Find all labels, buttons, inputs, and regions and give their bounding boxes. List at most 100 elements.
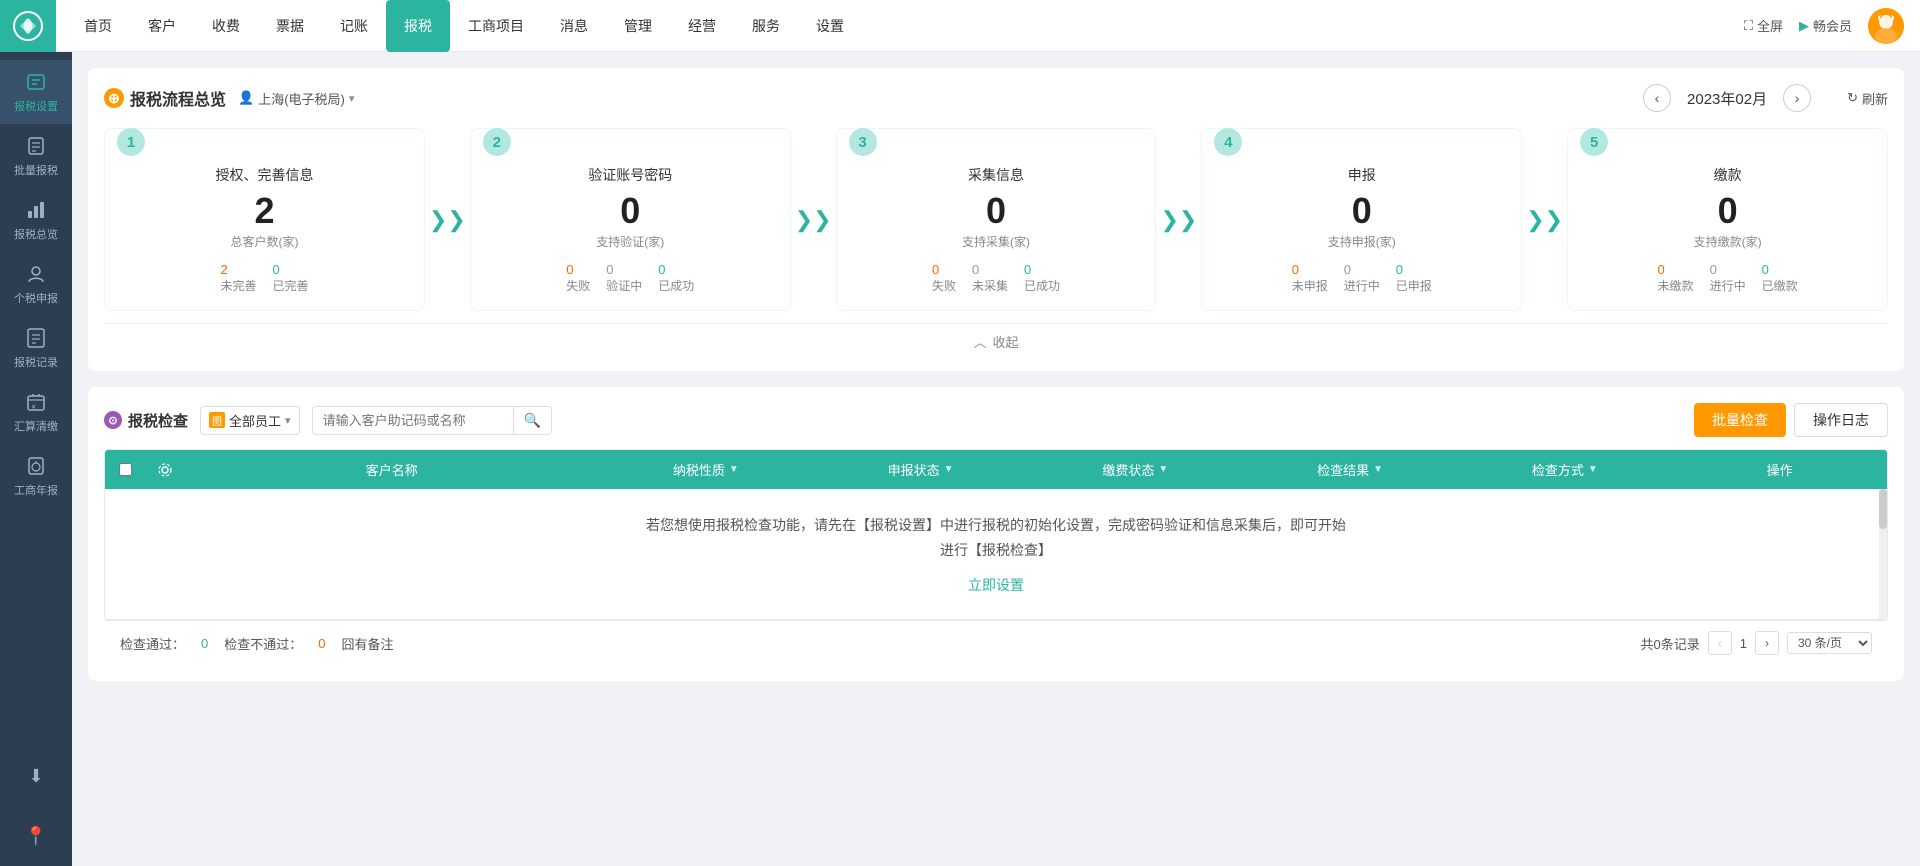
sidebar-item-tax-record[interactable]: 报税记录	[0, 316, 72, 380]
step-sub-3: 支持采集(家)	[962, 233, 1030, 250]
nav-item-tax[interactable]: 报税	[386, 0, 450, 52]
next-month-btn[interactable]: ›	[1783, 84, 1811, 112]
th-declare[interactable]: 申报状态 ▼	[813, 450, 1028, 489]
per-page-select[interactable]: 30 条/页 50 条/页 100 条/页	[1787, 632, 1872, 654]
prev-month-btn[interactable]: ‹	[1643, 84, 1671, 112]
nav-item-settings[interactable]: 设置	[798, 0, 862, 52]
prev-page-btn[interactable]: ‹	[1708, 631, 1732, 655]
th-setting[interactable]	[145, 450, 185, 489]
nav-item-bookkeeping[interactable]: 记账	[322, 0, 386, 52]
step-count-3: 0	[986, 193, 1006, 229]
sidebar-item-annual-settle[interactable]: ¥ 汇算清缴	[0, 380, 72, 444]
step3-stat-success[interactable]: 0 已成功	[1024, 262, 1060, 294]
step4-pending-label: 进行中	[1344, 277, 1380, 294]
section-title: ⊙ 报税检查	[104, 410, 188, 431]
step5-stat-success[interactable]: 0 已缴款	[1762, 262, 1798, 294]
nav-item-message[interactable]: 消息	[542, 0, 606, 52]
th-pay[interactable]: 缴费状态 ▼	[1028, 450, 1243, 489]
step2-stat-pending[interactable]: 0 验证中	[606, 262, 642, 294]
nav-item-client[interactable]: 客户	[130, 0, 194, 52]
step5-stat-fail[interactable]: 0 未缴款	[1658, 262, 1694, 294]
sidebar-item-annual-report[interactable]: 工商年报	[0, 444, 72, 508]
filter-label: 全部员工	[229, 411, 281, 430]
step-stats-1: 2 未完善 0 已完善	[220, 262, 308, 294]
step2-fail-label: 失败	[566, 277, 590, 294]
setup-link[interactable]: 立即设置	[968, 575, 1024, 595]
step5-pending-label: 进行中	[1710, 277, 1746, 294]
step2-pending-label: 验证中	[606, 277, 642, 294]
step5-success-label: 已缴款	[1762, 277, 1798, 294]
step4-stat-success[interactable]: 0 已申报	[1396, 262, 1432, 294]
step3-success-value: 0	[1024, 262, 1060, 277]
step2-stat-fail[interactable]: 0 失败	[566, 262, 590, 294]
step4-stat-pending[interactable]: 0 进行中	[1344, 262, 1380, 294]
result-filter-icon: ▼	[1373, 464, 1383, 475]
fullscreen-btn[interactable]: ⛶ 全屏	[1744, 16, 1783, 35]
collapse-bar[interactable]: ︿ 收起	[104, 323, 1888, 355]
step5-fail-label: 未缴款	[1658, 277, 1694, 294]
sidebar-bottom: ⬇ 📍	[0, 746, 72, 866]
nav-item-home[interactable]: 首页	[66, 0, 130, 52]
declare-filter-icon: ▼	[944, 464, 954, 475]
step5-success-value: 0	[1762, 262, 1798, 277]
sidebar-label-batch-tax: 批量报税	[14, 162, 58, 178]
filter-select[interactable]: 图 全部员工 ▾	[200, 406, 300, 435]
tax-check-header: ⊙ 报税检查 图 全部员工 ▾ 🔍 批量检查 操作日志	[104, 403, 1888, 437]
nav-item-fee[interactable]: 收费	[194, 0, 258, 52]
step4-stat-fail[interactable]: 0 未申报	[1292, 262, 1328, 294]
logo[interactable]	[0, 0, 56, 52]
next-page-btn[interactable]: ›	[1755, 631, 1779, 655]
th-tax[interactable]: 纳税性质 ▼	[599, 450, 814, 489]
th-method[interactable]: 检查方式 ▼	[1458, 450, 1673, 489]
tax-check-card: ⊙ 报税检查 图 全部员工 ▾ 🔍 批量检查 操作日志	[88, 387, 1904, 681]
flow-overview-card: ⊕ 报税流程总览 👤 上海(电子税局) ▾ ‹ 2023年02月 › ↻ 刷新	[88, 68, 1904, 371]
step2-stat-success[interactable]: 0 已成功	[658, 262, 694, 294]
sidebar-item-download[interactable]: ⬇	[0, 746, 72, 806]
remark-label: 囧有备注	[342, 634, 394, 653]
sidebar: 报税设置 批量报税 报税总览	[0, 52, 72, 866]
sidebar-item-tax-overview[interactable]: 报税总览	[0, 188, 72, 252]
nav-item-service[interactable]: 服务	[734, 0, 798, 52]
nav-item-business[interactable]: 工商项目	[450, 0, 542, 52]
nav-item-manage[interactable]: 管理	[606, 0, 670, 52]
search-input[interactable]	[313, 408, 513, 433]
step3-stat-fail[interactable]: 0 失败	[932, 262, 956, 294]
sidebar-item-tax-settings[interactable]: 报税设置	[0, 60, 72, 124]
nav-item-operation[interactable]: 经营	[670, 0, 734, 52]
batch-tax-icon	[24, 134, 48, 158]
step2-success-label: 已成功	[658, 277, 694, 294]
th-result[interactable]: 检查结果 ▼	[1243, 450, 1458, 489]
operation-log-button[interactable]: 操作日志	[1794, 403, 1888, 437]
nav-items: 首页 客户 收费 票据 记账 报税 工商项目 消息 管理 经营 服务 设置	[66, 0, 1744, 52]
th-checkbox[interactable]	[105, 450, 145, 489]
sidebar-item-location[interactable]: 📍	[0, 806, 72, 866]
search-button[interactable]: 🔍	[513, 407, 551, 434]
refresh-btn[interactable]: ↻ 刷新	[1847, 89, 1888, 108]
th-method-label: 检查方式	[1532, 460, 1584, 479]
month-nav: ‹ 2023年02月 ›	[1643, 84, 1811, 112]
step1-stat-success[interactable]: 0 已完善	[272, 262, 308, 294]
step-title-2: 验证账号密码	[588, 165, 672, 185]
table-footer: 检查通过： 0 检查不通过： 0 囧有备注 共0条记录 ‹ 1 › 30 条/页…	[104, 620, 1888, 665]
step3-stat-pending[interactable]: 0 未采集	[972, 262, 1008, 294]
avatar[interactable]	[1868, 8, 1904, 44]
step-arrow-1: ❯❯	[425, 207, 470, 233]
th-declare-label: 申报状态	[888, 460, 940, 479]
step-sub-4: 支持申报(家)	[1328, 233, 1396, 250]
check-pass-count[interactable]: 0	[201, 636, 208, 651]
check-fail-count[interactable]: 0	[318, 636, 325, 651]
nav-item-invoice[interactable]: 票据	[258, 0, 322, 52]
flow-location-btn[interactable]: 👤 上海(电子税局) ▾	[238, 89, 354, 108]
step4-success-label: 已申报	[1396, 277, 1432, 294]
step-count-5: 0	[1718, 193, 1738, 229]
total-records: 共0条记录	[1641, 634, 1700, 653]
step5-stat-pending[interactable]: 0 进行中	[1710, 262, 1746, 294]
sidebar-item-batch-tax[interactable]: 批量报税	[0, 124, 72, 188]
scroll-thumb[interactable]	[1879, 489, 1887, 529]
batch-check-button[interactable]: 批量检查	[1694, 403, 1786, 437]
member-btn[interactable]: ▶ 畅会员	[1799, 16, 1852, 35]
step1-stat-fail[interactable]: 2 未完善	[220, 262, 256, 294]
step-title-4: 申报	[1348, 165, 1376, 185]
sidebar-item-personal-tax[interactable]: 个税申报	[0, 252, 72, 316]
select-all-checkbox[interactable]	[119, 463, 132, 476]
